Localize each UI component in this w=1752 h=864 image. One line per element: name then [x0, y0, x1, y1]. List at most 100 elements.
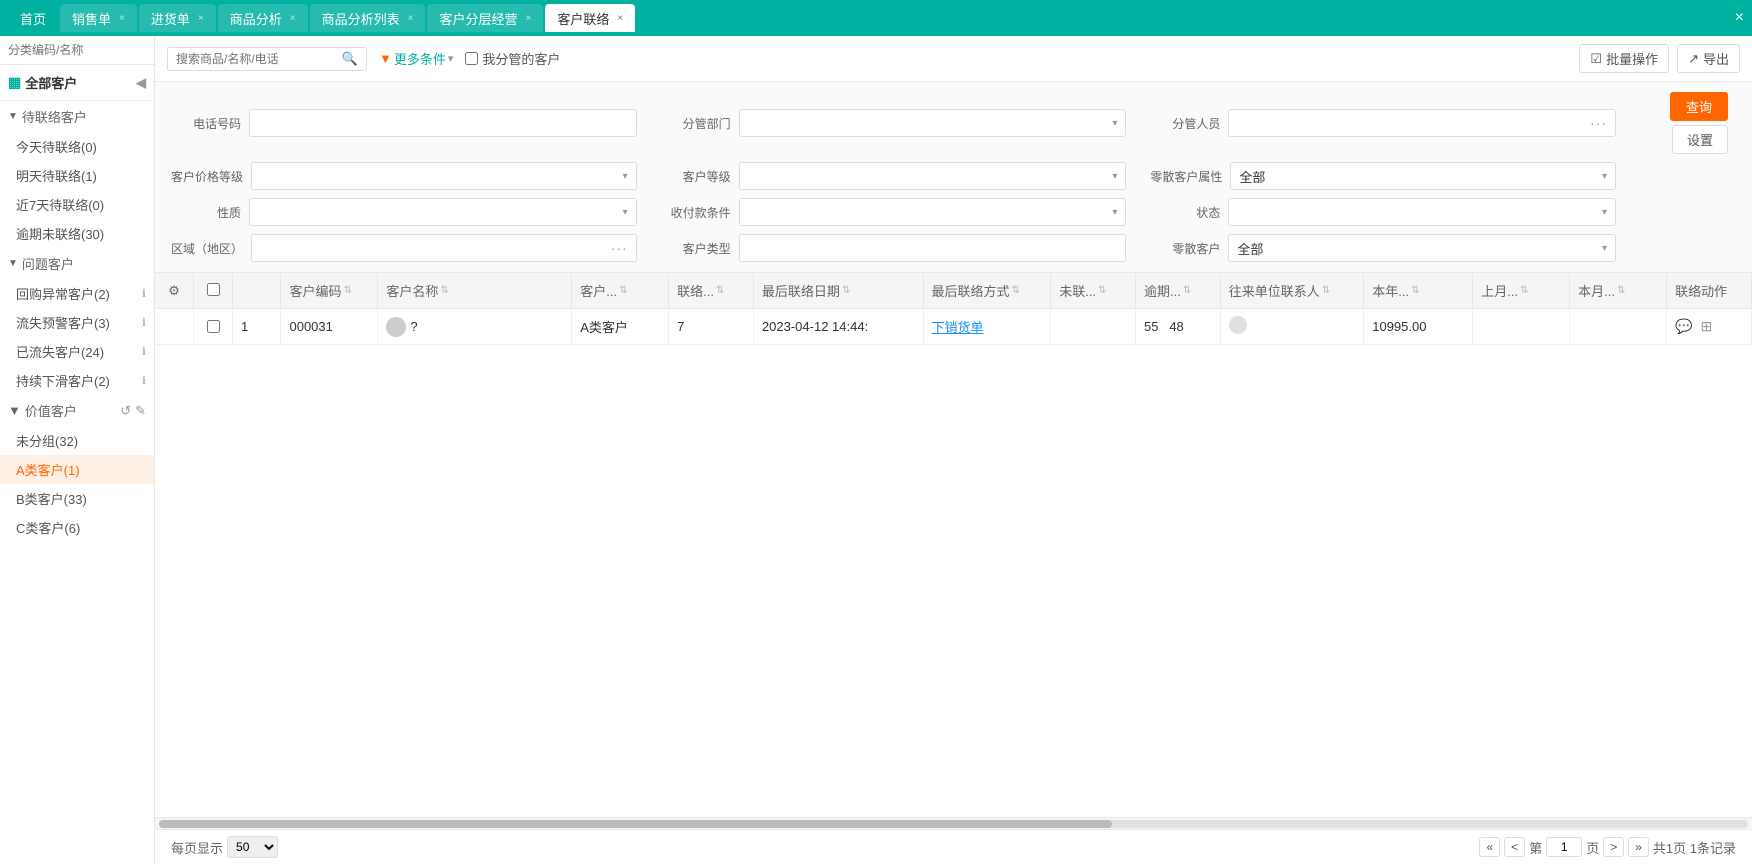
tab-analysis-list-label: 商品分析列表	[322, 9, 400, 28]
tab-customer-contact[interactable]: 客户联络 ×	[545, 4, 635, 32]
problem-arrow[interactable]: ▼	[8, 258, 18, 269]
th-name[interactable]: 客户名称 ⇅	[378, 273, 572, 309]
close-all-tabs[interactable]: ×	[1735, 9, 1744, 27]
th-last-month[interactable]: 上月... ⇅	[1473, 273, 1570, 309]
next-page-btn[interactable]: >	[1603, 837, 1624, 857]
filter-dept: 分管部门 ▾	[661, 109, 1127, 137]
tab-sales-close[interactable]: ×	[119, 13, 125, 24]
region-select[interactable]: ···	[251, 234, 637, 262]
sidebar-item-churned[interactable]: 已流失客户(24) ℹ	[0, 337, 154, 366]
sidebar-item-a-class[interactable]: A类客户(1)	[0, 455, 154, 484]
value-arrow[interactable]: ▼	[8, 403, 21, 418]
manager-label: 分管人员	[1150, 115, 1220, 132]
section-problem: ▼ 问题客户	[0, 248, 154, 279]
tab-sales[interactable]: 销售单 ×	[60, 4, 137, 32]
nature-select[interactable]: ▾	[249, 198, 637, 226]
prev-page-btn[interactable]: <	[1504, 837, 1525, 857]
tab-analysis[interactable]: 商品分析 ×	[218, 4, 308, 32]
tab-customer-mgmt-close[interactable]: ×	[525, 13, 531, 24]
tab-analysis-list-close[interactable]: ×	[408, 13, 414, 24]
qr-icon[interactable]: ⊞	[1701, 318, 1713, 335]
th-overdue[interactable]: 逾期... ⇅	[1136, 273, 1221, 309]
export-button[interactable]: ↗ 导出	[1677, 44, 1740, 73]
filter-row-2: 客户价格等级 ▾ 客户等级 ▾ 零散客户属性	[171, 162, 1736, 190]
row-last-method[interactable]: 下销货单	[932, 320, 984, 335]
row-checkbox[interactable]	[207, 320, 220, 333]
pending-arrow[interactable]: ▼	[8, 111, 18, 122]
th-unlink-days[interactable]: 未联... ⇅	[1051, 273, 1136, 309]
tab-purchase-close[interactable]: ×	[198, 13, 204, 24]
pay-terms-select[interactable]: ▾	[739, 198, 1127, 226]
retail-attr-select[interactable]: 全部 ▾	[1230, 162, 1616, 190]
sidebar-item-repurchase-abnormal[interactable]: 回购异常客户(2) ℹ	[0, 279, 154, 308]
row-last-method-cell: 下销货单	[923, 309, 1051, 345]
tab-customer-mgmt[interactable]: 客户分层经营 ×	[427, 4, 543, 32]
filter-more-btn[interactable]: ▼ 更多条件 ▾	[379, 49, 453, 68]
query-button[interactable]: 查询	[1670, 92, 1728, 121]
price-level-arrow: ▾	[623, 171, 628, 182]
th-contact-person[interactable]: 往来单位联系人 ⇅	[1220, 273, 1363, 309]
sidebar-item-tomorrow[interactable]: 明天待联络(1)	[0, 161, 154, 190]
retail-customer-label: 零散客户	[1150, 240, 1220, 257]
th-overdue-label: 逾期...	[1144, 281, 1181, 300]
filter-row-1: 电话号码 分管部门 ▾ 分管人员	[171, 92, 1736, 154]
my-customers-checkbox-label[interactable]: 我分管的客户	[465, 49, 560, 68]
scrollbar-track[interactable]	[159, 820, 1748, 828]
tab-home[interactable]: 首页	[8, 4, 58, 32]
sidebar-item-today[interactable]: 今天待联络(0)	[0, 132, 154, 161]
chat-icon[interactable]: 💬	[1675, 318, 1692, 335]
batch-op-button[interactable]: ☑ 批量操作	[1579, 44, 1669, 73]
row-type: A类客户	[580, 320, 628, 335]
sidebar-item-declining[interactable]: 持续下滑客户(2) ℹ	[0, 366, 154, 395]
th-contact[interactable]: 联络... ⇅	[669, 273, 754, 309]
section-value: ▼ 价值客户 ↺ ✎	[0, 395, 154, 426]
sidebar-item-overdue[interactable]: 逾期未联络(30)	[0, 219, 154, 248]
value-refresh-icon[interactable]: ↺	[120, 403, 131, 419]
th-last-method[interactable]: 最后联络方式 ⇅	[923, 273, 1051, 309]
setting-button[interactable]: 设置	[1672, 125, 1728, 154]
th-checkbox[interactable]	[194, 273, 233, 309]
customer-level-label: 客户等级	[661, 168, 731, 185]
th-this-year[interactable]: 本年... ⇅	[1364, 273, 1473, 309]
first-page-btn[interactable]: «	[1479, 837, 1500, 857]
sidebar-item-c-class[interactable]: C类客户(6)	[0, 513, 154, 542]
last-page-btn[interactable]: »	[1628, 837, 1649, 857]
phone-input[interactable]	[249, 109, 637, 137]
select-all-checkbox[interactable]	[207, 283, 220, 296]
sidebar-search-input[interactable]	[8, 43, 155, 57]
price-level-select[interactable]: ▾	[251, 162, 637, 190]
all-customers-label: 全部客户	[25, 73, 77, 92]
tab-analysis-close[interactable]: ×	[290, 13, 296, 24]
sidebar-collapse-icon[interactable]: ◀	[136, 75, 146, 91]
scrollbar-thumb[interactable]	[159, 820, 1112, 828]
value-edit-icon[interactable]: ✎	[135, 403, 146, 419]
th-contact-person-label: 往来单位联系人	[1229, 281, 1320, 300]
th-code[interactable]: 客户编码 ⇅	[281, 273, 378, 309]
th-setting[interactable]: ⚙	[155, 273, 194, 309]
customer-level-select[interactable]: ▾	[739, 162, 1127, 190]
filter-search-input[interactable]	[176, 52, 338, 66]
horizontal-scrollbar[interactable]	[155, 817, 1752, 829]
tab-analysis-list[interactable]: 商品分析列表 ×	[310, 4, 426, 32]
retail-customer-select[interactable]: 全部 ▾	[1228, 234, 1616, 262]
th-last-month-label: 上月...	[1481, 281, 1518, 300]
sidebar-item-ungrouped[interactable]: 未分组(32)	[0, 426, 154, 455]
filter-search-icon[interactable]: 🔍	[342, 51, 358, 67]
customer-type-select[interactable]	[739, 234, 1127, 262]
sidebar-item-b-class[interactable]: B类客户(33)	[0, 484, 154, 513]
tab-purchase[interactable]: 进货单 ×	[139, 4, 216, 32]
manager-select[interactable]: ···	[1228, 109, 1616, 137]
th-type[interactable]: 客户... ⇅	[572, 273, 669, 309]
status-select[interactable]: ▾	[1228, 198, 1616, 226]
th-last-date[interactable]: 最后联络日期 ⇅	[753, 273, 923, 309]
sidebar-all-customers[interactable]: ▦ 全部客户 ◀	[0, 65, 154, 101]
my-customers-checkbox[interactable]	[465, 52, 478, 65]
per-page-dropdown[interactable]: 50 100 200	[227, 836, 278, 858]
sidebar-item-churn-warning[interactable]: 流失预警客户(3) ℹ	[0, 308, 154, 337]
page-input[interactable]	[1546, 837, 1582, 857]
tab-customer-contact-close[interactable]: ×	[617, 13, 623, 24]
th-this-month[interactable]: 本月... ⇅	[1570, 273, 1667, 309]
th-type-label: 客户...	[580, 281, 617, 300]
sidebar-item-7days[interactable]: 近7天待联络(0)	[0, 190, 154, 219]
dept-select[interactable]: ▾	[739, 109, 1127, 137]
